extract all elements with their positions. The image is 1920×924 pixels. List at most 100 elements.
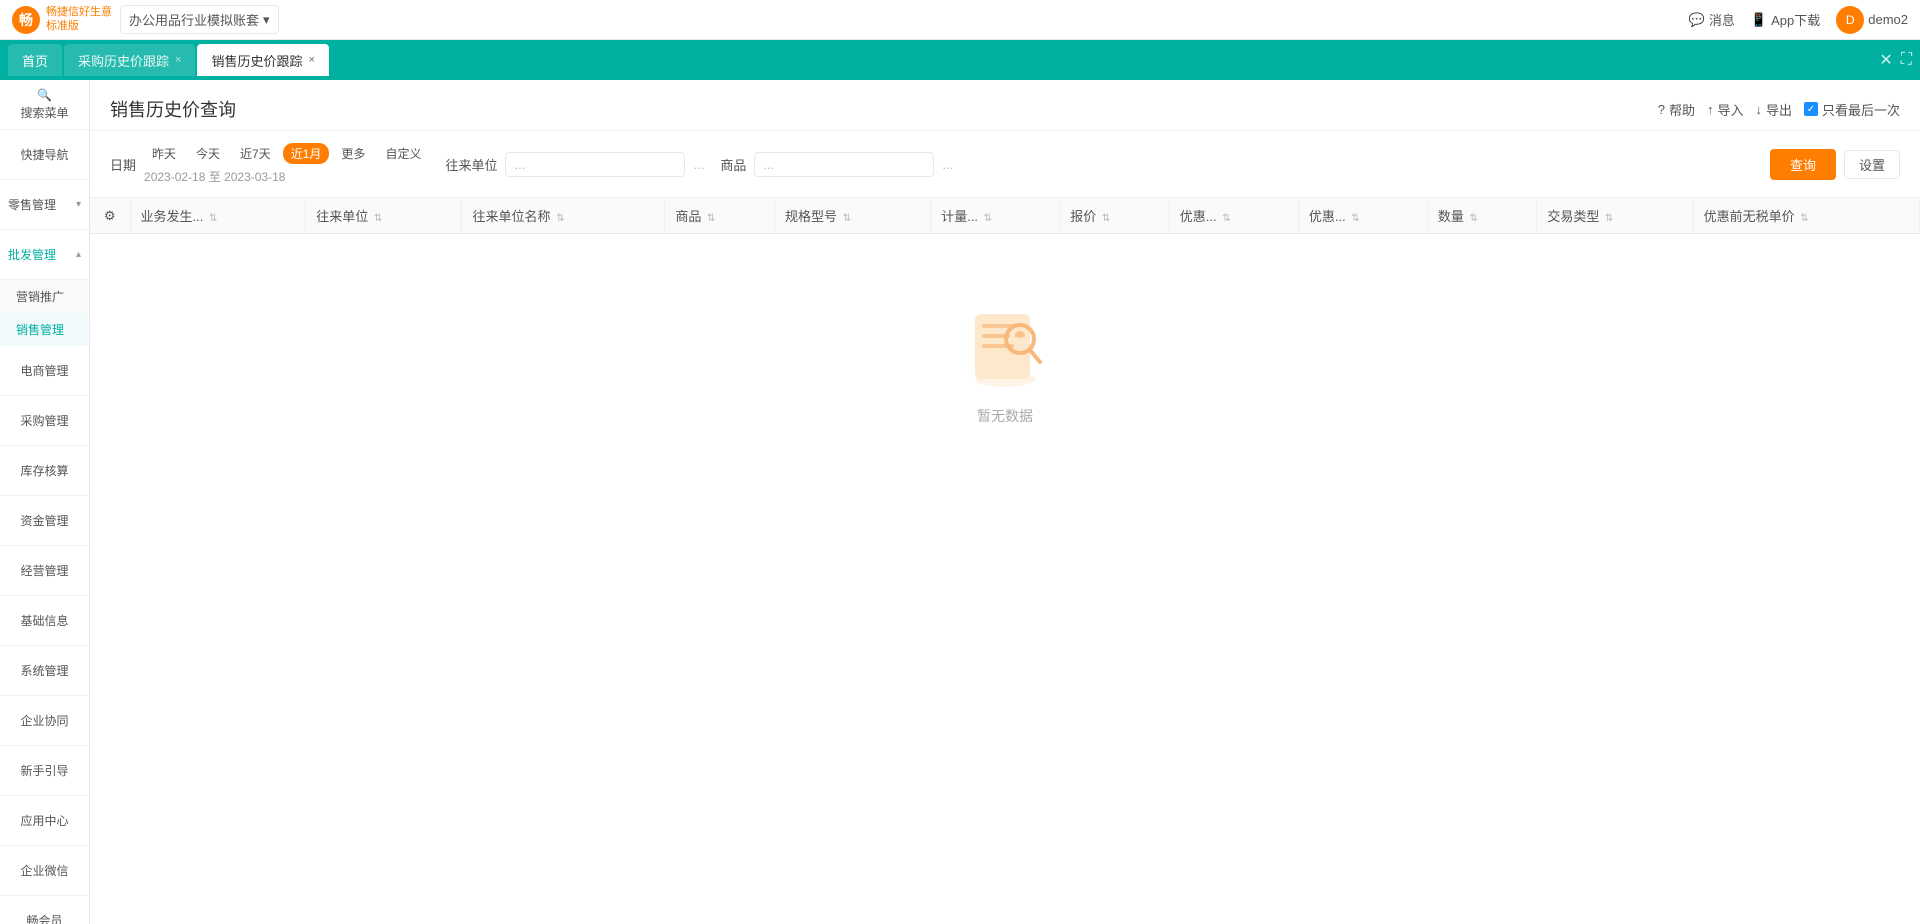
page-container: 销售历史价查询 ? 帮助 ↑ 导入 ↓ 导出 ✓: [90, 80, 1920, 924]
help-icon: ?: [1658, 102, 1665, 117]
sort-icon: ⇅: [1469, 213, 1477, 224]
tab-sales-history[interactable]: 销售历史价跟踪 ×: [197, 44, 328, 76]
tab-sales-label: 销售历史价跟踪: [211, 51, 302, 70]
table-col-business-date[interactable]: 业务发生... ⇅: [130, 198, 306, 234]
table-col-settings[interactable]: ⚙: [90, 198, 130, 234]
export-button[interactable]: ↓ 导出: [1755, 100, 1792, 119]
sidebar-item-member[interactable]: 畅会员: [0, 896, 89, 924]
user-menu[interactable]: D demo2: [1836, 6, 1908, 34]
sidebar-sub-item-marketing[interactable]: 营销推广: [0, 280, 89, 313]
sort-icon: ⇅: [1605, 213, 1613, 224]
product-label: 商品: [720, 155, 746, 174]
sidebar-item-operations[interactable]: 经营管理: [0, 546, 89, 596]
help-button[interactable]: ? 帮助: [1658, 100, 1695, 119]
fullscreen-action[interactable]: ⛶: [1901, 51, 1912, 69]
sidebar-item-wholesale[interactable]: 批发管理 ▴: [0, 230, 89, 280]
tab-sales-close[interactable]: ×: [308, 55, 314, 66]
sidebar-sub-item-sales[interactable]: 销售管理: [0, 313, 89, 346]
sidebar-item-retail[interactable]: 零售管理 ▾: [0, 180, 89, 230]
message-button[interactable]: 💬 消息: [1689, 10, 1735, 29]
product-filter-group: 商品 ...: [720, 152, 953, 177]
product-dots[interactable]: ...: [942, 157, 953, 172]
sidebar-item-enterprise[interactable]: 企业协同: [0, 696, 89, 746]
message-icon: 💬: [1689, 12, 1705, 28]
chip-yesterday[interactable]: 昨天: [144, 143, 184, 164]
empty-icon: [955, 294, 1055, 394]
date-filter-group: 日期 昨天 今天 近7天 近1月 更多 自定义 2023-02-18 至 202…: [110, 143, 429, 185]
tab-purchase-close[interactable]: ×: [175, 55, 181, 66]
avatar: D: [1836, 6, 1864, 34]
tab-bar-actions: ✕ ⛶: [1879, 50, 1912, 70]
sidebar-item-new-guide[interactable]: 新手引导: [0, 746, 89, 796]
app-icon: 📱: [1751, 12, 1767, 28]
tab-home[interactable]: 首页: [8, 44, 62, 76]
sidebar-item-wechat[interactable]: 企业微信: [0, 846, 89, 896]
table-header-row: ⚙ 业务发生... ⇅ 往来单位 ⇅ 往来单位名称: [90, 198, 1920, 234]
logo-text: 畅捷信好生意 标准版: [46, 6, 112, 32]
sort-icon: ⇅: [1800, 213, 1808, 224]
tab-purchase-label: 采购历史价跟踪: [78, 51, 169, 70]
table-col-discount1[interactable]: 优惠... ⇅: [1169, 198, 1298, 234]
only-last-checkbox[interactable]: ✓ 只看最后一次: [1804, 100, 1900, 119]
chip-custom[interactable]: 自定义: [377, 143, 429, 164]
chip-today[interactable]: 今天: [188, 143, 228, 164]
sidebar-item-basic[interactable]: 基础信息: [0, 596, 89, 646]
logo-area: 畅 畅捷信好生意 标准版: [12, 6, 112, 34]
settings-icon: ⚙: [104, 208, 116, 223]
chip-1month[interactable]: 近1月: [283, 143, 330, 164]
sidebar-item-ecommerce[interactable]: 电商管理: [0, 346, 89, 396]
table-col-partner-name[interactable]: 往来单位名称 ⇅: [462, 198, 665, 234]
top-bar: 畅 畅捷信好生意 标准版 办公用品行业模拟账套 ▾ 💬 消息 📱 App下载 D…: [0, 0, 1920, 40]
table-col-discount2[interactable]: 优惠... ⇅: [1298, 198, 1427, 234]
table-container: ⚙ 业务发生... ⇅ 往来单位 ⇅ 往来单位名称: [90, 198, 1920, 924]
sidebar-item-purchase[interactable]: 采购管理: [0, 396, 89, 446]
checkbox-icon: ✓: [1804, 102, 1818, 116]
sidebar-item-quick-nav[interactable]: 快捷导航: [0, 130, 89, 180]
table-col-spec[interactable]: 规格型号 ⇅: [774, 198, 930, 234]
product-input[interactable]: [754, 152, 934, 177]
tab-purchase-history[interactable]: 采购历史价跟踪 ×: [64, 44, 195, 76]
partner-filter-group: 往来单位 ...: [445, 152, 704, 177]
settings-button[interactable]: 设置: [1844, 150, 1900, 179]
chip-7days[interactable]: 近7天: [232, 143, 279, 164]
table-col-pretax-price[interactable]: 优惠前无税单价 ⇅: [1693, 198, 1919, 234]
workspace-selector[interactable]: 办公用品行业模拟账套 ▾: [120, 5, 279, 34]
export-icon: ↓: [1755, 102, 1762, 117]
sidebar-item-app-center[interactable]: 应用中心: [0, 796, 89, 846]
sort-icon: ⇅: [843, 213, 851, 224]
table-col-partner-code[interactable]: 往来单位 ⇅: [306, 198, 462, 234]
sidebar-item-search[interactable]: 🔍 搜索菜单: [0, 80, 89, 130]
table-col-product[interactable]: 商品 ⇅: [665, 198, 775, 234]
partner-dots[interactable]: ...: [693, 157, 704, 172]
empty-state: 暂无数据: [90, 234, 1920, 486]
sort-icon: ⇅: [1351, 213, 1359, 224]
content-area: 销售历史价查询 ? 帮助 ↑ 导入 ↓ 导出 ✓: [90, 80, 1920, 924]
page-header: 销售历史价查询 ? 帮助 ↑ 导入 ↓ 导出 ✓: [90, 80, 1920, 131]
filter-right-actions: 查询 设置: [1770, 149, 1900, 180]
sidebar-item-inventory[interactable]: 库存核算: [0, 446, 89, 496]
chevron-down-icon: ▾: [76, 199, 81, 210]
filter-bar: 日期 昨天 今天 近7天 近1月 更多 自定义 2023-02-18 至 202…: [90, 131, 1920, 198]
sort-icon: ⇅: [556, 213, 564, 224]
close-tab-action[interactable]: ✕: [1879, 50, 1892, 70]
partner-input[interactable]: [505, 152, 685, 177]
sidebar-item-system[interactable]: 系统管理: [0, 646, 89, 696]
tab-home-label: 首页: [22, 51, 48, 70]
logo-icon: 畅: [12, 6, 40, 34]
query-button[interactable]: 查询: [1770, 149, 1836, 180]
table-col-trade-type[interactable]: 交易类型 ⇅: [1537, 198, 1693, 234]
sort-icon: ⇅: [209, 213, 217, 224]
sort-icon: ⇅: [374, 213, 382, 224]
table-col-unit[interactable]: 计量... ⇅: [931, 198, 1060, 234]
chevron-up-icon: ▴: [76, 249, 81, 260]
main-layout: 🔍 搜索菜单 快捷导航 零售管理 ▾ 批发管理 ▴ 营销推广 销售管理 电商管理…: [0, 80, 1920, 924]
data-table: ⚙ 业务发生... ⇅ 往来单位 ⇅ 往来单位名称: [90, 198, 1920, 234]
top-bar-left: 畅 畅捷信好生意 标准版 办公用品行业模拟账套 ▾: [12, 5, 279, 34]
table-col-quote[interactable]: 报价 ⇅: [1060, 198, 1170, 234]
sidebar-item-finance[interactable]: 资金管理: [0, 496, 89, 546]
chip-more[interactable]: 更多: [333, 143, 373, 164]
sort-icon: ⇅: [1102, 213, 1110, 224]
app-download-button[interactable]: 📱 App下载: [1751, 10, 1820, 29]
import-button[interactable]: ↑ 导入: [1707, 100, 1744, 119]
table-col-quantity[interactable]: 数量 ⇅: [1427, 198, 1537, 234]
